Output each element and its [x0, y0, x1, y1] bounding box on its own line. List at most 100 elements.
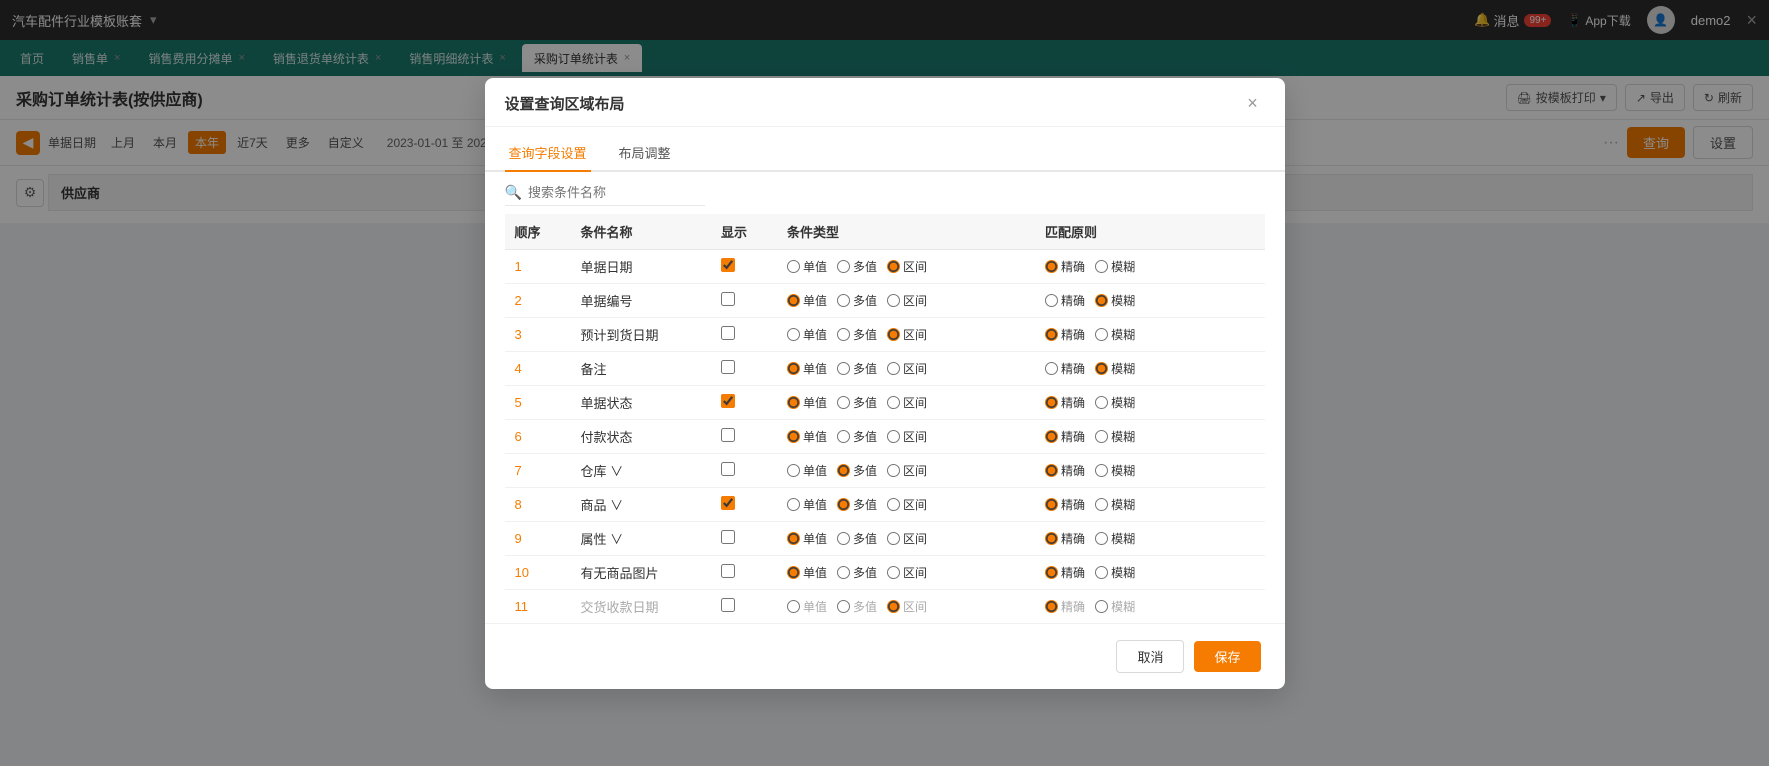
radio-match-exact[interactable]: 精确 [1045, 462, 1085, 479]
save-button[interactable]: 保存 [1194, 641, 1260, 672]
cell-display[interactable] [711, 385, 777, 419]
radio-type-range[interactable]: 区间 [887, 360, 927, 377]
radio-match-fuzzy[interactable]: 模糊 [1095, 360, 1135, 377]
radio-match-fuzzy[interactable]: 模糊 [1095, 292, 1135, 309]
th-display: 显示 [711, 214, 777, 250]
radio-type-range[interactable]: 区间 [887, 326, 927, 343]
radio-match-fuzzy[interactable]: 模糊 [1095, 598, 1135, 615]
radio-type-single[interactable]: 单值 [787, 258, 827, 275]
radio-type-multi[interactable]: 多值 [837, 462, 877, 479]
display-checkbox[interactable] [721, 360, 735, 374]
search-icon: 🔍 [505, 184, 522, 201]
radio-type-range[interactable]: 区间 [887, 292, 927, 309]
radio-match-fuzzy[interactable]: 模糊 [1095, 530, 1135, 547]
display-checkbox[interactable] [721, 292, 735, 306]
radio-type-single[interactable]: 单值 [787, 292, 827, 309]
radio-type-single[interactable]: 单值 [787, 394, 827, 411]
cell-name: 付款状态 [570, 419, 711, 453]
radio-type-range[interactable]: 区间 [887, 462, 927, 479]
cell-order: 6 [505, 419, 571, 453]
cell-name: 商品 ∨ [570, 487, 711, 521]
radio-type-multi[interactable]: 多值 [837, 428, 877, 445]
radio-match-exact[interactable]: 精确 [1045, 598, 1085, 615]
radio-match-fuzzy[interactable]: 模糊 [1095, 394, 1135, 411]
radio-match-exact[interactable]: 精确 [1045, 360, 1085, 377]
radio-match-exact[interactable]: 精确 [1045, 428, 1085, 445]
radio-type-range[interactable]: 区间 [887, 258, 927, 275]
radio-type-range[interactable]: 区间 [887, 496, 927, 513]
radio-type-single[interactable]: 单值 [787, 360, 827, 377]
radio-match-exact[interactable]: 精确 [1045, 258, 1085, 275]
display-checkbox[interactable] [721, 530, 735, 544]
dialog-tab-layout[interactable]: 布局调整 [615, 137, 675, 172]
radio-type-single[interactable]: 单值 [787, 530, 827, 547]
cell-display[interactable] [711, 351, 777, 385]
radio-type-multi[interactable]: 多值 [837, 258, 877, 275]
radio-type-range[interactable]: 区间 [887, 530, 927, 547]
display-checkbox[interactable] [721, 598, 735, 612]
dialog-footer: 取消 保存 [485, 623, 1285, 689]
display-checkbox[interactable] [721, 326, 735, 340]
cell-order: 7 [505, 453, 571, 487]
radio-type-range[interactable]: 区间 [887, 564, 927, 581]
cell-type: 单值多值区间 [777, 283, 1035, 317]
display-checkbox[interactable] [721, 428, 735, 442]
radio-type-multi[interactable]: 多值 [837, 292, 877, 309]
radio-match-exact[interactable]: 精确 [1045, 326, 1085, 343]
radio-type-single[interactable]: 单值 [787, 428, 827, 445]
radio-match-fuzzy[interactable]: 模糊 [1095, 258, 1135, 275]
cell-display[interactable] [711, 589, 777, 623]
cell-type: 单值多值区间 [777, 589, 1035, 623]
radio-match-fuzzy[interactable]: 模糊 [1095, 496, 1135, 513]
cell-display[interactable] [711, 249, 777, 283]
radio-type-multi[interactable]: 多值 [837, 598, 877, 615]
cancel-button[interactable]: 取消 [1116, 640, 1184, 673]
dialog-tab-query-fields[interactable]: 查询字段设置 [505, 137, 591, 172]
radio-type-single[interactable]: 单值 [787, 462, 827, 479]
cell-display[interactable] [711, 487, 777, 521]
cell-match: 精确模糊 [1035, 385, 1264, 419]
radio-type-multi[interactable]: 多值 [837, 496, 877, 513]
radio-match-fuzzy[interactable]: 模糊 [1095, 326, 1135, 343]
radio-type-single[interactable]: 单值 [787, 598, 827, 615]
cell-display[interactable] [711, 521, 777, 555]
dialog-table-wrap: 顺序 条件名称 显示 条件类型 匹配原则 1单据日期单值多值区间精确模糊2单据编… [485, 214, 1285, 623]
radio-match-exact[interactable]: 精确 [1045, 394, 1085, 411]
radio-type-multi[interactable]: 多值 [837, 326, 877, 343]
cell-display[interactable] [711, 555, 777, 589]
radio-type-single[interactable]: 单值 [787, 564, 827, 581]
cell-name: 备注 [570, 351, 711, 385]
cell-type: 单值多值区间 [777, 419, 1035, 453]
display-checkbox[interactable] [721, 394, 735, 408]
cell-display[interactable] [711, 283, 777, 317]
radio-match-exact[interactable]: 精确 [1045, 530, 1085, 547]
cell-display[interactable] [711, 453, 777, 487]
cell-match: 精确模糊 [1035, 249, 1264, 283]
display-checkbox[interactable] [721, 462, 735, 476]
radio-type-range[interactable]: 区间 [887, 394, 927, 411]
dialog-close-button[interactable]: × [1241, 92, 1265, 116]
radio-match-exact[interactable]: 精确 [1045, 292, 1085, 309]
radio-match-fuzzy[interactable]: 模糊 [1095, 428, 1135, 445]
radio-type-single[interactable]: 单值 [787, 496, 827, 513]
cell-display[interactable] [711, 317, 777, 351]
display-checkbox[interactable] [721, 258, 735, 272]
cell-name: 单据状态 [570, 385, 711, 419]
radio-type-multi[interactable]: 多值 [837, 394, 877, 411]
radio-type-range[interactable]: 区间 [887, 598, 927, 615]
radio-match-fuzzy[interactable]: 模糊 [1095, 564, 1135, 581]
radio-match-exact[interactable]: 精确 [1045, 564, 1085, 581]
radio-type-range[interactable]: 区间 [887, 428, 927, 445]
radio-match-fuzzy[interactable]: 模糊 [1095, 462, 1135, 479]
dialog-header: 设置查询区域布局 × [485, 78, 1285, 127]
radio-type-multi[interactable]: 多值 [837, 564, 877, 581]
radio-match-exact[interactable]: 精确 [1045, 496, 1085, 513]
display-checkbox[interactable] [721, 564, 735, 578]
radio-type-single[interactable]: 单值 [787, 326, 827, 343]
cell-display[interactable] [711, 419, 777, 453]
display-checkbox[interactable] [721, 496, 735, 510]
search-input[interactable] [528, 185, 688, 200]
radio-type-multi[interactable]: 多值 [837, 530, 877, 547]
radio-type-multi[interactable]: 多值 [837, 360, 877, 377]
th-name: 条件名称 [570, 214, 711, 250]
